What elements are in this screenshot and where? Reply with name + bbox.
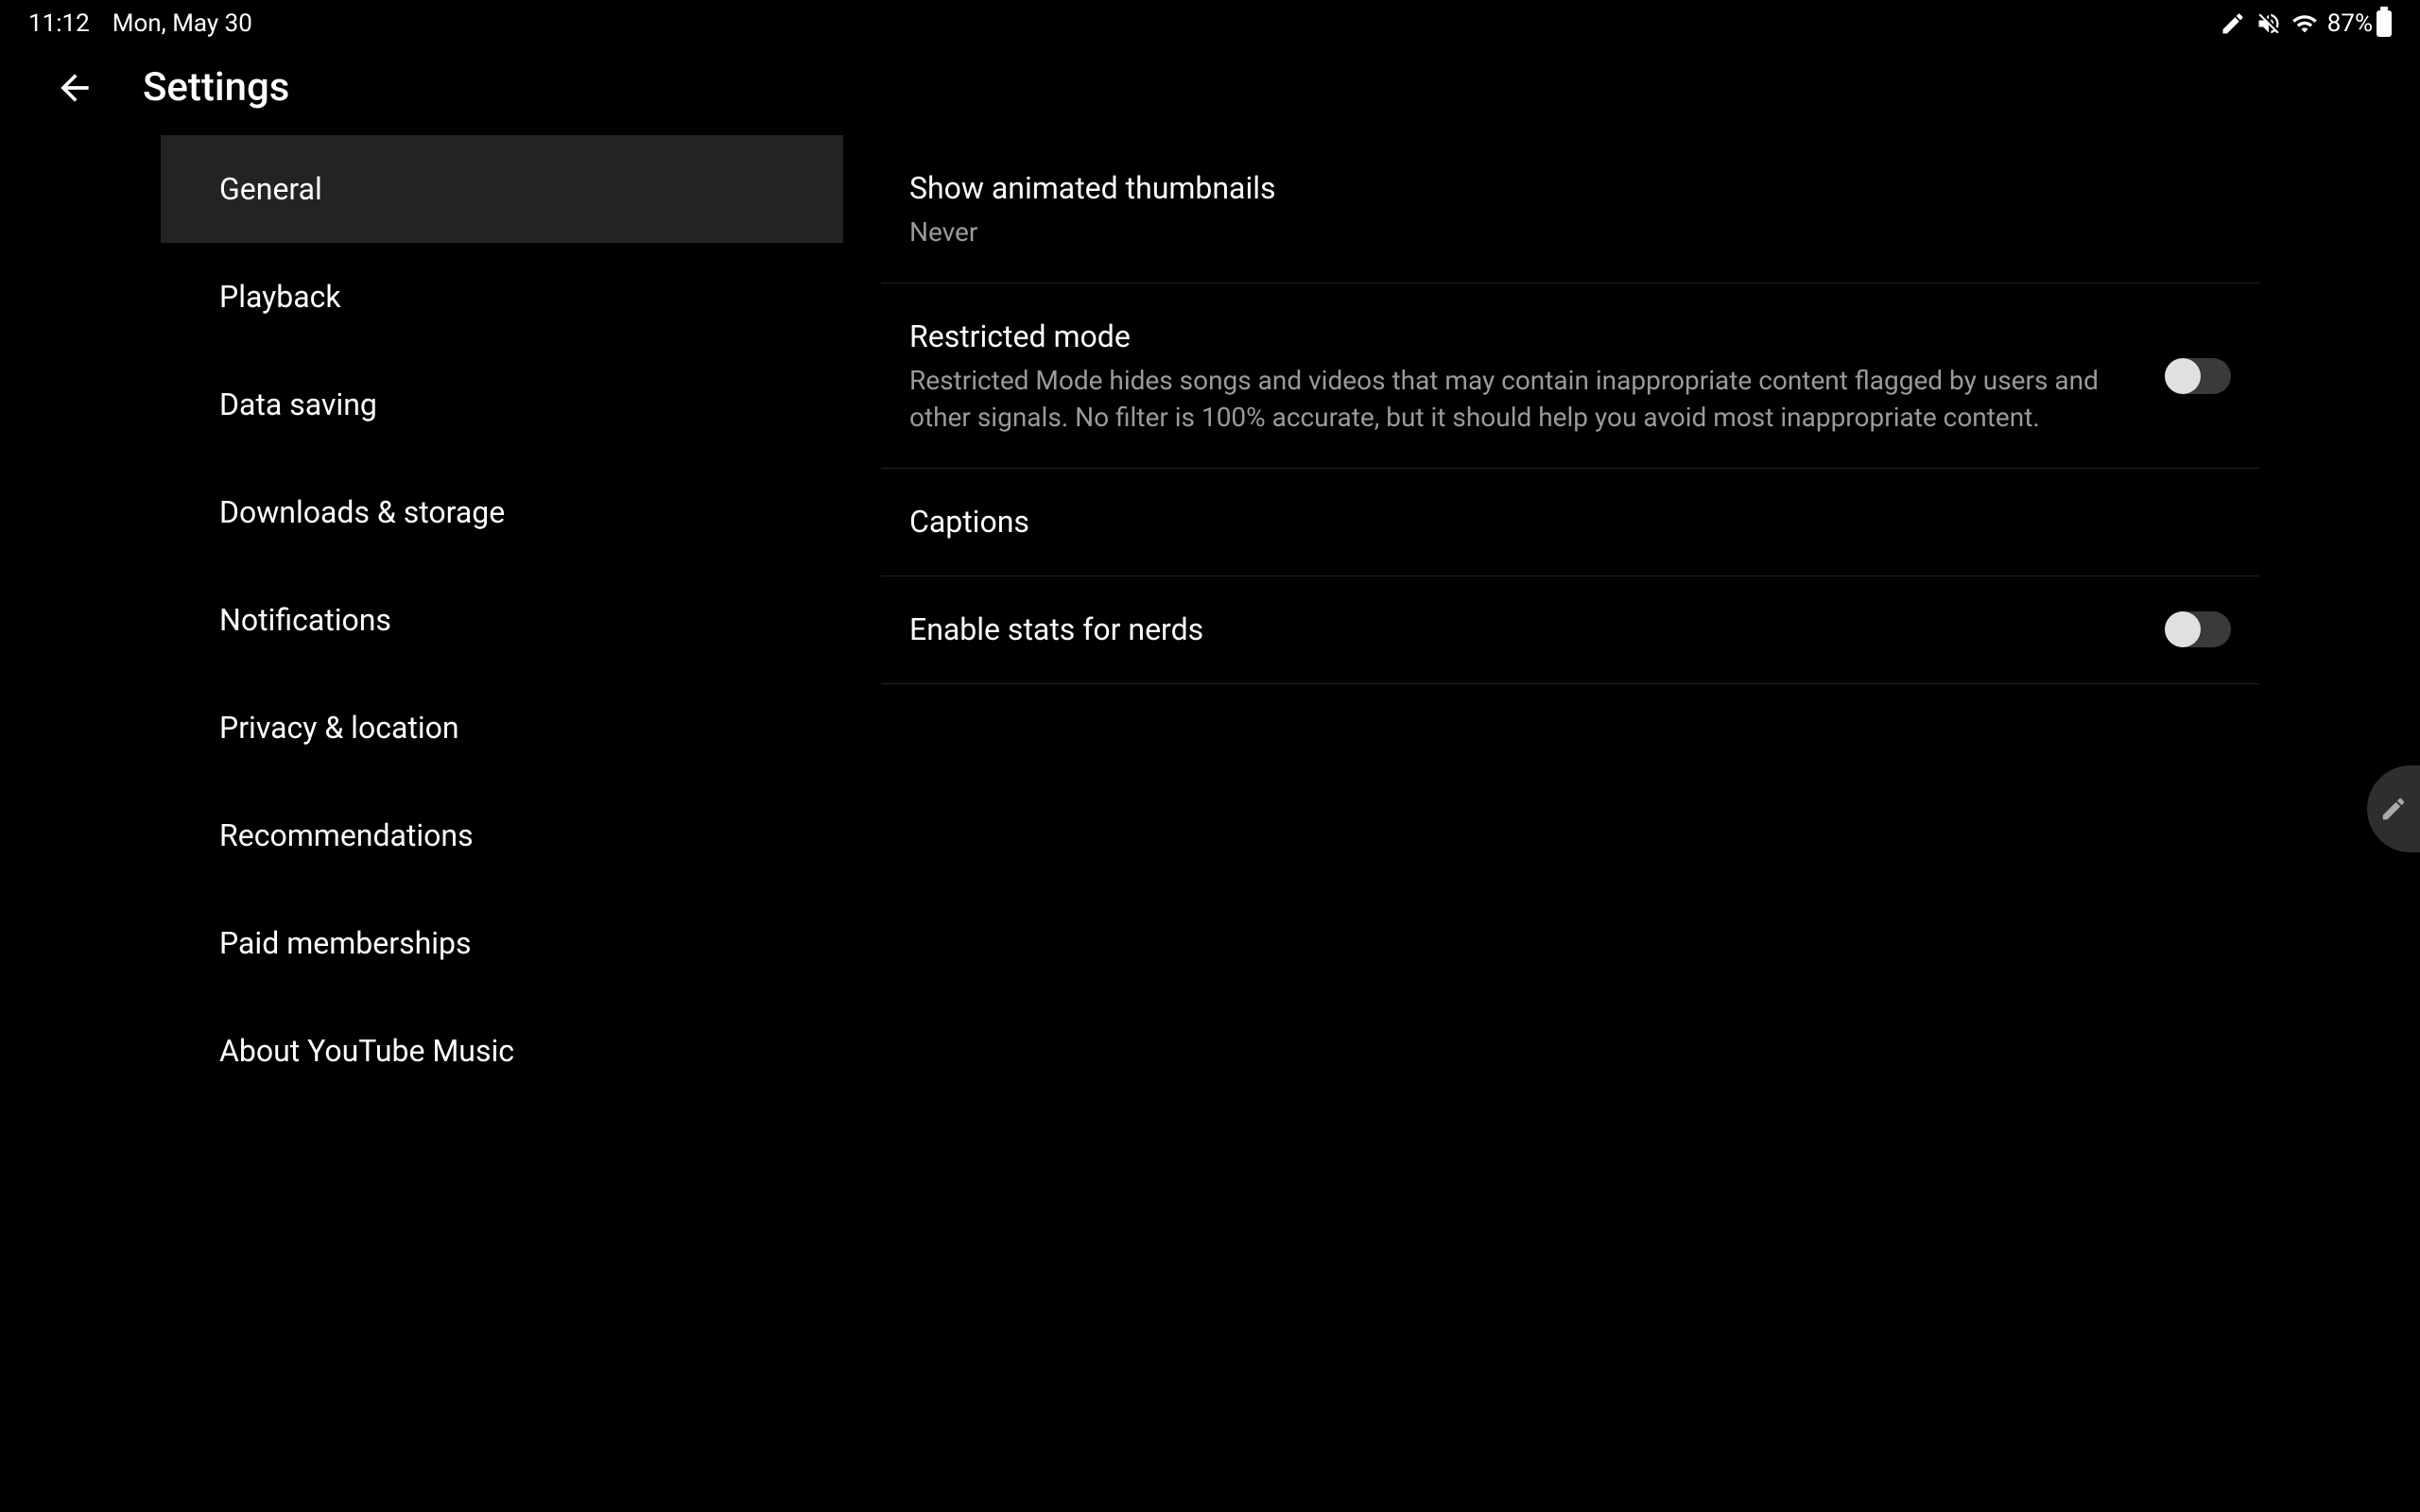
sidebar-item-privacy[interactable]: Privacy & location [161,674,843,782]
sidebar-item-label: Data saving [219,387,377,422]
sidebar-item-label: General [219,171,322,207]
status-time: 11:12 [28,9,90,38]
battery-indicator: 87% [2327,9,2392,38]
battery-icon [2377,10,2392,37]
sidebar-item-data-saving[interactable]: Data saving [161,351,843,458]
back-button[interactable] [52,65,97,111]
setting-restricted-mode[interactable]: Restricted mode Restricted Mode hides so… [881,284,2259,469]
wifi-icon [2291,10,2318,37]
content: General Playback Data saving Downloads &… [0,135,2420,1105]
sidebar-item-label: Recommendations [219,817,474,853]
sidebar-item-paid-memberships[interactable]: Paid memberships [161,889,843,997]
sidebar-item-label: About YouTube Music [219,1033,514,1069]
setting-subtitle: Never [909,214,2193,250]
sidebar-item-notifications[interactable]: Notifications [161,566,843,674]
sidebar-item-label: Downloads & storage [219,494,505,530]
setting-text: Enable stats for nerds [909,609,2165,651]
status-bar: 11:12 Mon, May 30 87% [0,0,2420,47]
setting-description: Restricted Mode hides songs and videos t… [909,362,2127,436]
setting-title: Restricted mode [909,316,2127,358]
sidebar-item-general[interactable]: General [161,135,843,243]
sidebar-item-downloads[interactable]: Downloads & storage [161,458,843,566]
sidebar-item-label: Playback [219,279,341,315]
stats-toggle[interactable] [2165,611,2231,647]
setting-text: Show animated thumbnails Never [909,167,2231,250]
toggle-knob [2165,358,2201,394]
setting-text: Captions [909,501,2231,543]
header: Settings [0,47,2420,135]
sidebar-item-about[interactable]: About YouTube Music [161,997,843,1105]
details: Show animated thumbnails Never Restricte… [843,135,2420,1105]
sidebar-item-playback[interactable]: Playback [161,243,843,351]
setting-thumbnails[interactable]: Show animated thumbnails Never [881,135,2259,284]
sidebar-item-label: Privacy & location [219,710,459,746]
pen-icon [2220,10,2246,37]
restricted-mode-toggle[interactable] [2165,358,2231,394]
pencil-icon [2379,795,2408,823]
sidebar-item-recommendations[interactable]: Recommendations [161,782,843,889]
status-left: 11:12 Mon, May 30 [28,9,252,38]
setting-title: Show animated thumbnails [909,167,2193,210]
arrow-back-icon [54,67,95,109]
toggle-knob [2165,611,2201,647]
mute-icon [2256,10,2282,37]
setting-stats-for-nerds[interactable]: Enable stats for nerds [881,576,2259,684]
setting-title: Captions [909,501,2193,543]
sidebar-item-label: Paid memberships [219,925,471,961]
status-date: Mon, May 30 [112,9,252,38]
sidebar: General Playback Data saving Downloads &… [0,135,843,1105]
battery-percentage: 87% [2327,9,2373,38]
setting-captions[interactable]: Captions [881,469,2259,576]
sidebar-item-label: Notifications [219,602,391,638]
status-right: 87% [2220,9,2392,38]
setting-title: Enable stats for nerds [909,609,2127,651]
page-title: Settings [143,64,289,111]
setting-text: Restricted mode Restricted Mode hides so… [909,316,2165,436]
